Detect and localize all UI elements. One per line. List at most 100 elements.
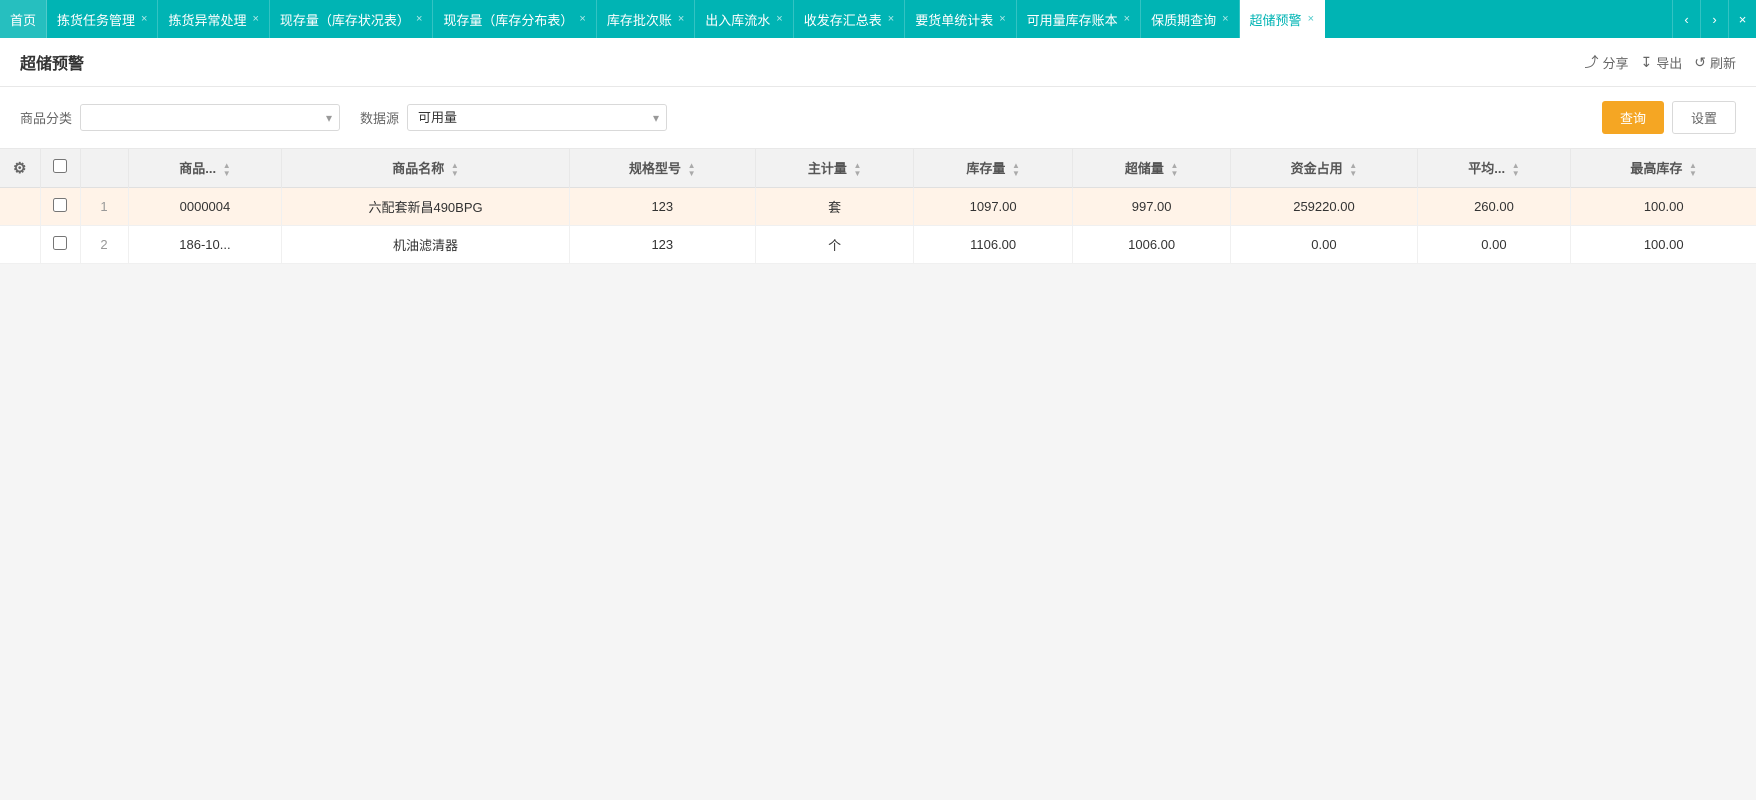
nav-quality[interactable]: 保质期查询 ×: [1141, 0, 1239, 38]
nav-quality-close[interactable]: ×: [1222, 13, 1228, 25]
nav-receipt-summary-close[interactable]: ×: [888, 13, 894, 25]
nav-receipt-summary-label: 收发存汇总表: [804, 10, 882, 29]
table-row: 2 186-10... 机油滤清器 123 个 1106.00 1006.00 …: [0, 225, 1756, 263]
nav-avail-stock-label: 可用量库存账本: [1027, 10, 1118, 29]
page-title: 超储预警: [20, 50, 84, 74]
category-filter-label: 商品分类: [20, 108, 72, 127]
nav-home-label: 首页: [10, 10, 36, 29]
datasource-filter-group: 数据源 可用量 ▾: [360, 104, 667, 131]
select-all-checkbox[interactable]: [53, 159, 67, 173]
nav-stock-batch-label: 库存批次账: [607, 10, 672, 29]
row-checkbox-0[interactable]: [53, 198, 67, 212]
nav-stock-status-label: 现存量（库存状况表）: [280, 10, 410, 29]
refresh-button[interactable]: ↺ 刷新: [1694, 53, 1736, 72]
filter-actions: 查询 设置: [1602, 101, 1736, 134]
nav-stock-status-close[interactable]: ×: [416, 13, 422, 25]
nav-inout-flow-label: 出入库流水: [705, 10, 770, 29]
nav-home[interactable]: 首页: [0, 0, 47, 38]
filter-area: 商品分类 ▾ 数据源 可用量 ▾ 查询 设置: [0, 87, 1756, 149]
nav-pick-task-label: 拣货任务管理: [57, 10, 135, 29]
row-checkbox-cell: [40, 187, 80, 225]
nav-receipt-summary[interactable]: 收发存汇总表 ×: [794, 0, 905, 38]
nav-order-stats-close[interactable]: ×: [999, 13, 1005, 25]
row-max-stock-cell: 100.00: [1571, 225, 1756, 263]
col-max-stock-header[interactable]: 最高库存 ▲▼: [1571, 149, 1756, 187]
nav-next-arrow[interactable]: ›: [1700, 0, 1728, 38]
col-overflow-header[interactable]: 超储量 ▲▼: [1072, 149, 1231, 187]
nav-pick-exception[interactable]: 拣货异常处理 ×: [158, 0, 269, 38]
row-stock-cell: 1106.00: [914, 225, 1073, 263]
nav-order-stats[interactable]: 要货单统计表 ×: [905, 0, 1016, 38]
column-settings-icon[interactable]: ⚙: [13, 160, 26, 177]
row-checkbox-cell: [40, 225, 80, 263]
nav-stock-dist-close[interactable]: ×: [579, 13, 585, 25]
row-stock-cell: 1097.00: [914, 187, 1073, 225]
share-icon: ⤴: [1584, 52, 1598, 72]
col-capital-header[interactable]: 资金占用 ▲▼: [1231, 149, 1417, 187]
category-select[interactable]: [80, 104, 340, 131]
category-filter-group: 商品分类 ▾: [20, 104, 340, 131]
nav-stock-batch[interactable]: 库存批次账 ×: [597, 0, 695, 38]
nav-stock-batch-close[interactable]: ×: [678, 13, 684, 25]
nav-stock-dist[interactable]: 现存量（库存分布表） ×: [433, 0, 596, 38]
nav-close-arrow[interactable]: ×: [1728, 0, 1756, 38]
data-table-container: ⚙ 商品... ▲▼ 商品名称 ▲▼ 规格型号 ▲▼ 主计量 ▲▼: [0, 149, 1756, 264]
nav-inout-flow[interactable]: 出入库流水 ×: [695, 0, 793, 38]
row-avg-cell: 260.00: [1417, 187, 1571, 225]
row-capital-cell: 0.00: [1231, 225, 1417, 263]
row-gear-cell: [0, 187, 40, 225]
col-gear-header: ⚙: [0, 149, 40, 187]
refresh-icon: ↺: [1694, 54, 1706, 71]
nav-pick-task[interactable]: 拣货任务管理 ×: [47, 0, 158, 38]
nav-pick-exception-label: 拣货异常处理: [168, 10, 246, 29]
nav-pick-task-close[interactable]: ×: [141, 13, 147, 25]
col-index-header: [80, 149, 128, 187]
nav-overstock-label: 超储预警: [1250, 10, 1302, 29]
col-checkbox-header: [40, 149, 80, 187]
row-max-stock-cell: 100.00: [1571, 187, 1756, 225]
row-overflow-cell: 1006.00: [1072, 225, 1231, 263]
row-unit-cell: 个: [755, 225, 914, 263]
row-product-name-cell: 六配套新昌490BPG: [282, 187, 569, 225]
col-product-name-header[interactable]: 商品名称 ▲▼: [282, 149, 569, 187]
row-product-code-cell: 0000004: [128, 187, 282, 225]
nav-prev-arrow[interactable]: ‹: [1672, 0, 1700, 38]
export-button[interactable]: ↧ 导出: [1641, 53, 1683, 72]
nav-avail-stock-close[interactable]: ×: [1124, 13, 1130, 25]
export-label: 导出: [1656, 53, 1682, 72]
nav-stock-dist-label: 现存量（库存分布表）: [443, 10, 573, 29]
row-index-cell: 2: [80, 225, 128, 263]
col-unit-header[interactable]: 主计量 ▲▼: [755, 149, 914, 187]
datasource-select-wrapper: 可用量 ▾: [407, 104, 667, 131]
nav-inout-flow-close[interactable]: ×: [776, 13, 782, 25]
query-button[interactable]: 查询: [1602, 101, 1664, 134]
export-icon: ↧: [1641, 54, 1653, 71]
refresh-label: 刷新: [1710, 53, 1736, 72]
nav-stock-status[interactable]: 现存量（库存状况表） ×: [270, 0, 433, 38]
page-header: 超储预警 ⤴ 分享 ↧ 导出 ↺ 刷新: [0, 38, 1756, 87]
col-spec-header[interactable]: 规格型号 ▲▼: [569, 149, 755, 187]
row-checkbox-1[interactable]: [53, 236, 67, 250]
nav-overstock[interactable]: 超储预警 ×: [1240, 0, 1325, 38]
overstock-table: ⚙ 商品... ▲▼ 商品名称 ▲▼ 规格型号 ▲▼ 主计量 ▲▼: [0, 149, 1756, 264]
top-navigation: 首页 拣货任务管理 × 拣货异常处理 × 现存量（库存状况表） × 现存量（库存…: [0, 0, 1756, 38]
table-header-row: ⚙ 商品... ▲▼ 商品名称 ▲▼ 规格型号 ▲▼ 主计量 ▲▼: [0, 149, 1756, 187]
row-index-cell: 1: [80, 187, 128, 225]
setting-button[interactable]: 设置: [1672, 101, 1736, 134]
nav-pick-exception-close[interactable]: ×: [252, 13, 258, 25]
row-avg-cell: 0.00: [1417, 225, 1571, 263]
nav-avail-stock[interactable]: 可用量库存账本 ×: [1017, 0, 1141, 38]
datasource-select[interactable]: 可用量: [407, 104, 667, 131]
category-select-wrapper: ▾: [80, 104, 340, 131]
nav-overstock-close[interactable]: ×: [1308, 13, 1314, 25]
row-capital-cell: 259220.00: [1231, 187, 1417, 225]
share-button[interactable]: ⤴ 分享: [1584, 52, 1628, 72]
col-stock-header[interactable]: 库存量 ▲▼: [914, 149, 1073, 187]
col-avg-header[interactable]: 平均... ▲▼: [1417, 149, 1571, 187]
row-spec-cell: 123: [569, 225, 755, 263]
row-product-name-cell: 机油滤清器: [282, 225, 569, 263]
row-product-code-cell: 186-10...: [128, 225, 282, 263]
nav-quality-label: 保质期查询: [1151, 10, 1216, 29]
table-row: 1 0000004 六配套新昌490BPG 123 套 1097.00 997.…: [0, 187, 1756, 225]
col-product-code-header[interactable]: 商品... ▲▼: [128, 149, 282, 187]
